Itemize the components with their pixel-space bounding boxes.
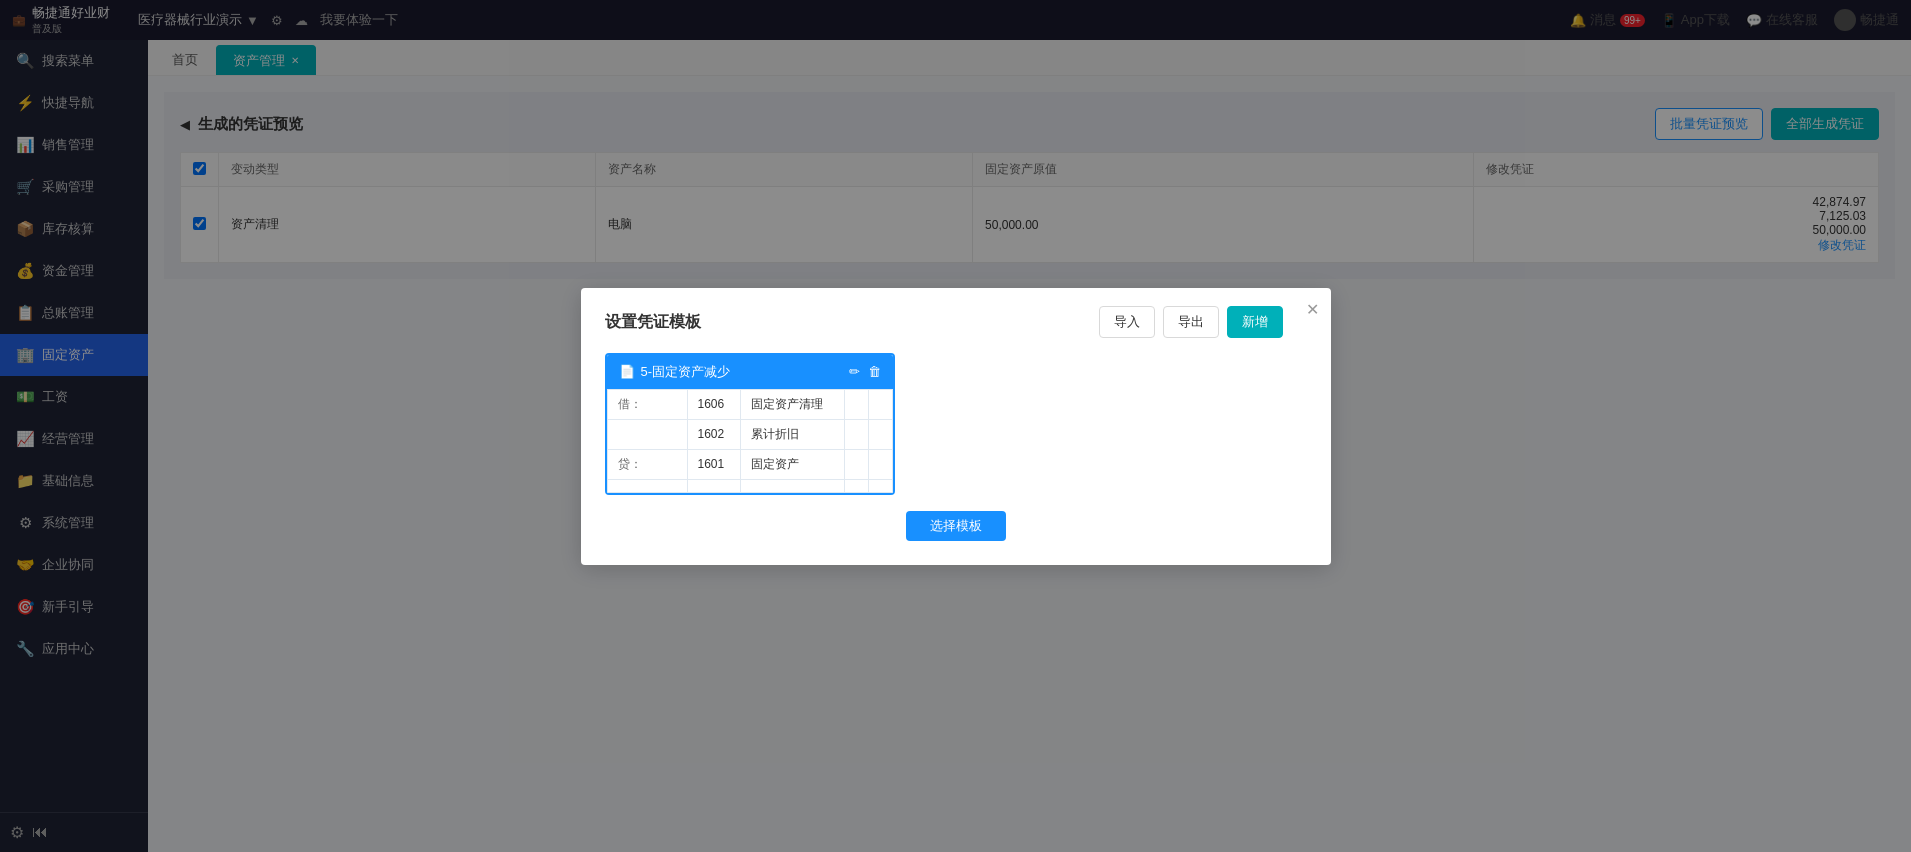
entry-debit-1 (845, 389, 869, 419)
entry-code-3: 1601 (687, 449, 741, 479)
select-template-btn[interactable]: 选择模板 (906, 511, 1006, 541)
entry-credit-3 (868, 449, 892, 479)
modal-overlay: ✕ 设置凭证模板 导入 导出 新增 📄 5-固定资产减少 ✏ 🗑 (0, 0, 1911, 852)
template-entry-row: 借： 1606 固定资产清理 (607, 389, 892, 419)
modal-close-btn[interactable]: ✕ (1306, 300, 1319, 319)
entry-credit-1 (868, 389, 892, 419)
template-entry-row: 1602 累计折旧 (607, 419, 892, 449)
entry-side-3: 贷： (607, 449, 687, 479)
entry-debit-2 (845, 419, 869, 449)
entry-name-1: 固定资产清理 (741, 389, 845, 419)
template-card-actions: ✏ 🗑 (849, 364, 881, 379)
entry-name-2: 累计折旧 (741, 419, 845, 449)
entry-credit-2 (868, 419, 892, 449)
template-entries-table: 借： 1606 固定资产清理 1602 累计折旧 (607, 389, 893, 493)
template-card-header: 📄 5-固定资产减少 ✏ 🗑 (607, 355, 893, 389)
template-card-body: 借： 1606 固定资产清理 1602 累计折旧 (607, 389, 893, 493)
template-id-name: 5-固定资产减少 (641, 363, 731, 381)
entry-code-2: 1602 (687, 419, 741, 449)
template-card: 📄 5-固定资产减少 ✏ 🗑 借： 1606 固定资产清 (605, 353, 895, 495)
template-entry-empty-row (607, 479, 892, 492)
entry-side-2 (607, 419, 687, 449)
template-card-header-left: 📄 5-固定资产减少 (619, 363, 731, 381)
entry-name-3: 固定资产 (741, 449, 845, 479)
template-entry-row: 贷： 1601 固定资产 (607, 449, 892, 479)
export-btn[interactable]: 导出 (1163, 306, 1219, 338)
new-btn[interactable]: 新增 (1227, 306, 1283, 338)
entry-side-1: 借： (607, 389, 687, 419)
entry-code-1: 1606 (687, 389, 741, 419)
template-edit-btn[interactable]: ✏ (849, 364, 860, 379)
modal: ✕ 设置凭证模板 导入 导出 新增 📄 5-固定资产减少 ✏ 🗑 (581, 288, 1331, 565)
template-delete-btn[interactable]: 🗑 (868, 364, 881, 379)
import-btn[interactable]: 导入 (1099, 306, 1155, 338)
entry-debit-3 (845, 449, 869, 479)
modal-actions: 导入 导出 新增 (1099, 306, 1283, 338)
template-doc-icon: 📄 (619, 364, 635, 379)
